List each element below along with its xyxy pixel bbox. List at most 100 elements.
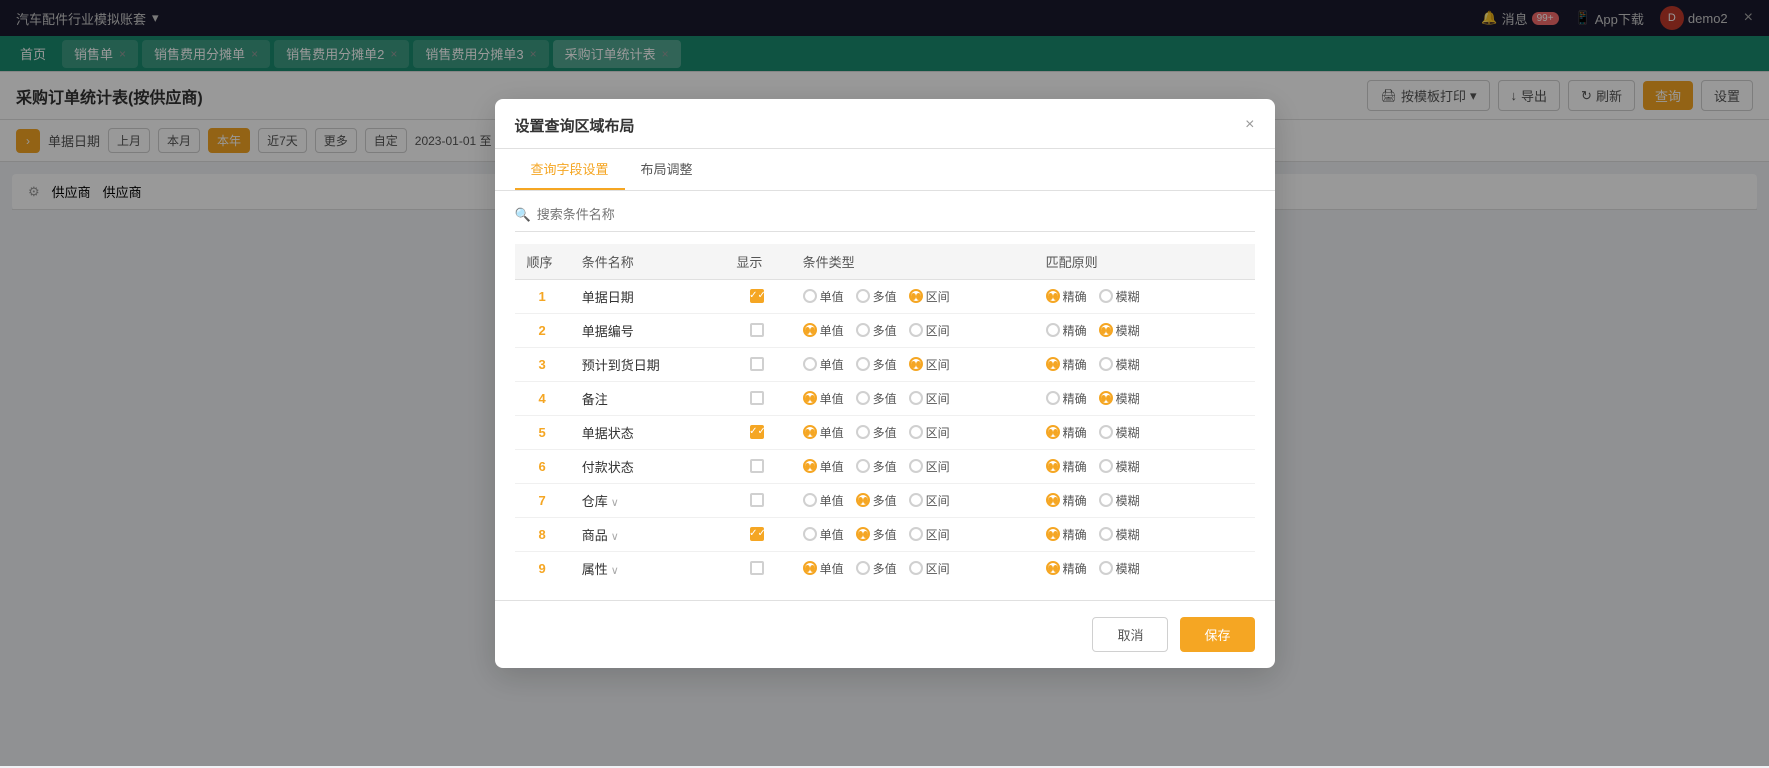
- radio-circle: [856, 391, 870, 405]
- radio-item-type[interactable]: 多值: [856, 458, 897, 475]
- row-show-checkbox[interactable]: ✓: [724, 517, 790, 551]
- row-condition-name: 单据日期: [570, 279, 725, 313]
- save-button[interactable]: 保存: [1180, 617, 1254, 652]
- radio-label: 多值: [873, 526, 897, 543]
- tab-query-fields[interactable]: 查询字段设置: [515, 149, 625, 190]
- row-show-checkbox[interactable]: ✓: [724, 279, 790, 313]
- table-row: 2单据编号单值多值区间精确模糊: [515, 313, 1255, 347]
- radio-circle: [1099, 561, 1113, 575]
- radio-label: 单值: [820, 492, 844, 509]
- radio-item-type[interactable]: 区间: [909, 560, 950, 577]
- cancel-button[interactable]: 取消: [1092, 617, 1168, 652]
- table-row: 6付款状态单值多值区间精确模糊: [515, 449, 1255, 483]
- radio-label: 单值: [820, 390, 844, 407]
- radio-item-rule[interactable]: 模糊: [1099, 390, 1140, 407]
- tab-layout-adjust[interactable]: 布局调整: [625, 149, 709, 190]
- radio-item-type[interactable]: 区间: [909, 458, 950, 475]
- checkbox[interactable]: [750, 493, 764, 507]
- radio-item-rule[interactable]: 精确: [1046, 390, 1087, 407]
- row-show-checkbox[interactable]: [724, 483, 790, 517]
- radio-item-type[interactable]: 多值: [856, 560, 897, 577]
- radio-item-type[interactable]: 单值: [803, 492, 844, 509]
- row-show-checkbox[interactable]: ✓: [724, 415, 790, 449]
- checkbox[interactable]: [750, 459, 764, 473]
- row-show-checkbox[interactable]: [724, 449, 790, 483]
- radio-item-type[interactable]: 区间: [909, 390, 950, 407]
- radio-label: 模糊: [1116, 288, 1140, 305]
- radio-item-rule[interactable]: 模糊: [1099, 526, 1140, 543]
- radio-item-type[interactable]: 多值: [856, 526, 897, 543]
- radio-item-type[interactable]: 单值: [803, 288, 844, 305]
- radio-item-rule[interactable]: 模糊: [1099, 322, 1140, 339]
- radio-label: 多值: [873, 560, 897, 577]
- radio-item-type[interactable]: 多值: [856, 390, 897, 407]
- checkbox[interactable]: [750, 561, 764, 575]
- radio-item-type[interactable]: 多值: [856, 492, 897, 509]
- radio-label: 区间: [926, 288, 950, 305]
- radio-item-type[interactable]: 区间: [909, 322, 950, 339]
- checkbox[interactable]: ✓: [750, 425, 764, 439]
- radio-item-type[interactable]: 单值: [803, 322, 844, 339]
- search-icon: 🔍: [515, 207, 531, 223]
- radio-item-rule[interactable]: 模糊: [1099, 492, 1140, 509]
- radio-circle: [803, 527, 817, 541]
- radio-item-type[interactable]: 区间: [909, 424, 950, 441]
- radio-item-type[interactable]: 多值: [856, 322, 897, 339]
- radio-item-type[interactable]: 区间: [909, 492, 950, 509]
- th-show: 显示: [724, 244, 790, 280]
- checkbox[interactable]: ✓: [750, 289, 764, 303]
- condition-table-scroll[interactable]: 顺序 条件名称 显示 条件类型 匹配原则 1单据日期✓单值多值区间精确模糊2单据…: [515, 244, 1255, 584]
- radio-item-rule[interactable]: 模糊: [1099, 458, 1140, 475]
- condition-search-input[interactable]: [531, 207, 1255, 222]
- table-row: 3预计到货日期单值多值区间精确模糊: [515, 347, 1255, 381]
- radio-item-rule[interactable]: 精确: [1046, 288, 1087, 305]
- radio-item-rule[interactable]: 精确: [1046, 492, 1087, 509]
- radio-item-type[interactable]: 区间: [909, 288, 950, 305]
- radio-item-type[interactable]: 单值: [803, 526, 844, 543]
- radio-item-rule[interactable]: 模糊: [1099, 288, 1140, 305]
- radio-item-rule[interactable]: 精确: [1046, 560, 1087, 577]
- radio-item-type[interactable]: 单值: [803, 560, 844, 577]
- row-type-radios: 单值多值区间: [791, 415, 1034, 449]
- radio-item-rule[interactable]: 精确: [1046, 356, 1087, 373]
- modal-close-button[interactable]: ×: [1245, 116, 1254, 134]
- radio-label: 区间: [926, 526, 950, 543]
- checkbox[interactable]: ✓: [750, 527, 764, 541]
- row-rule-radios: 精确模糊: [1034, 415, 1255, 449]
- radio-item-type[interactable]: 区间: [909, 526, 950, 543]
- radio-item-type[interactable]: 区间: [909, 356, 950, 373]
- radio-item-type[interactable]: 多值: [856, 288, 897, 305]
- row-show-checkbox[interactable]: [724, 551, 790, 584]
- radio-item-type[interactable]: 单值: [803, 458, 844, 475]
- radio-item-rule[interactable]: 精确: [1046, 458, 1087, 475]
- radio-item-type[interactable]: 单值: [803, 390, 844, 407]
- radio-item-type[interactable]: 单值: [803, 356, 844, 373]
- row-rule-radios: 精确 模糊: [1034, 279, 1255, 313]
- checkbox[interactable]: [750, 391, 764, 405]
- modal-body: 🔍 顺序 条件名称 显示 条件类型 匹配原则: [495, 191, 1275, 600]
- row-rule-radios: 精确模糊: [1034, 347, 1255, 381]
- radio-item-rule[interactable]: 精确: [1046, 526, 1087, 543]
- radio-item-type[interactable]: 单值: [803, 424, 844, 441]
- radio-label: 单值: [820, 356, 844, 373]
- radio-item-rule[interactable]: 精确: [1046, 322, 1087, 339]
- radio-item-rule[interactable]: 模糊: [1099, 424, 1140, 441]
- checkbox[interactable]: [750, 357, 764, 371]
- table-row: 1单据日期✓单值多值区间精确模糊: [515, 279, 1255, 313]
- radio-label: 区间: [926, 322, 950, 339]
- radio-item-type[interactable]: 多值: [856, 356, 897, 373]
- radio-item-rule[interactable]: 精确: [1046, 424, 1087, 441]
- radio-label: 区间: [926, 356, 950, 373]
- row-type-radios: 单值多值区间: [791, 381, 1034, 415]
- row-show-checkbox[interactable]: [724, 381, 790, 415]
- radio-circle: [1099, 459, 1113, 473]
- radio-item-rule[interactable]: 模糊: [1099, 560, 1140, 577]
- radio-label: 精确: [1063, 288, 1087, 305]
- radio-item-rule[interactable]: 模糊: [1099, 356, 1140, 373]
- row-show-checkbox[interactable]: [724, 347, 790, 381]
- checkbox[interactable]: [750, 323, 764, 337]
- radio-circle: [1046, 459, 1060, 473]
- radio-item-type[interactable]: 多值: [856, 424, 897, 441]
- row-show-checkbox[interactable]: [724, 313, 790, 347]
- radio-circle: [1046, 391, 1060, 405]
